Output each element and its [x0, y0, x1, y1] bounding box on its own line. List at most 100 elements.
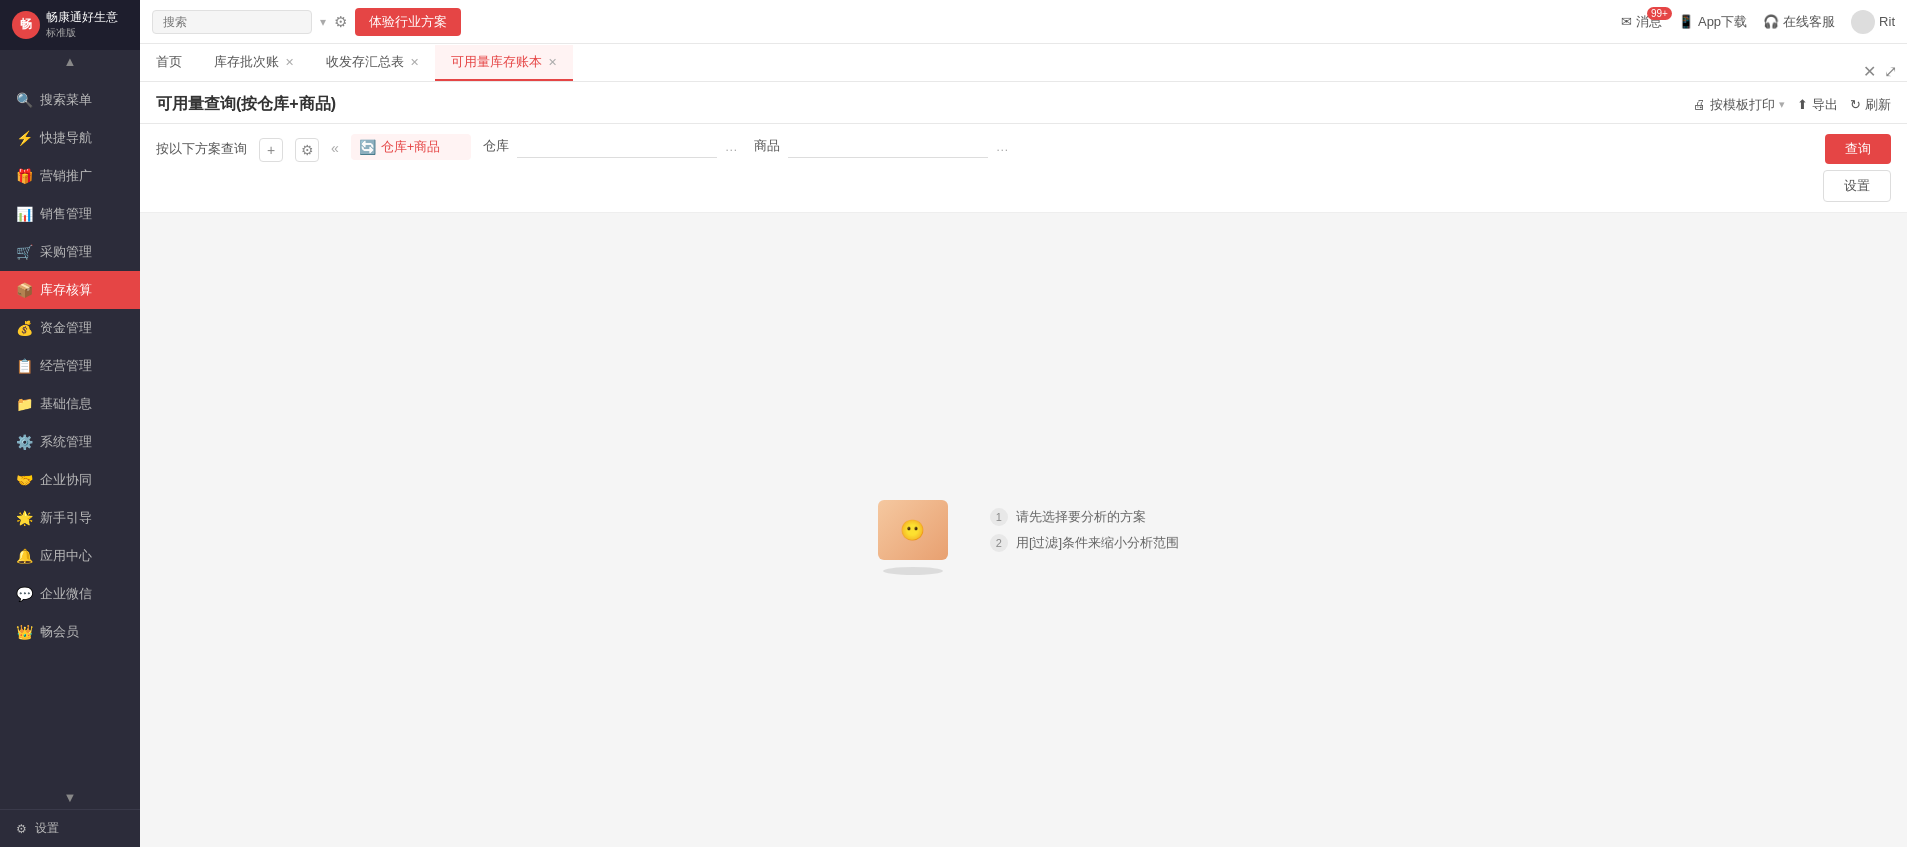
topbar-gear-icon[interactable]: ⚙ — [334, 13, 347, 31]
topbar: ▾ ⚙ 体验行业方案 ✉ 消息 99+ 📱 App下载 🎧 在线客服 Rit — [140, 0, 1907, 44]
refresh-button[interactable]: ↻ 刷新 — [1850, 96, 1891, 114]
sidebar-logo: 畅 — [12, 11, 40, 39]
sidebar-item-label: 企业微信 — [40, 585, 92, 603]
empty-hints: 1 请先选择要分析的方案 2 用[过滤]条件来缩小分析范围 — [990, 508, 1179, 552]
sidebar-item-label: 营销推广 — [40, 167, 92, 185]
export-label: 导出 — [1812, 96, 1838, 114]
print-dropdown-icon[interactable]: ▾ — [1779, 98, 1785, 111]
sidebar-item-enterprise[interactable]: 🤝 企业协同 — [0, 461, 140, 499]
print-button[interactable]: 🖨 按模板打印 ▾ — [1693, 96, 1785, 114]
filter-scheme-settings-button[interactable]: ⚙ — [295, 138, 319, 162]
tab-collect-close[interactable]: ✕ — [410, 56, 419, 69]
folder-icon: 📁 — [16, 396, 32, 412]
sidebar-item-label: 企业协同 — [40, 471, 92, 489]
tab-collect-label: 收发存汇总表 — [326, 53, 404, 71]
sidebar-scroll-down[interactable]: ▼ — [0, 786, 140, 809]
empty-hint-2: 2 用[过滤]条件来缩小分析范围 — [990, 534, 1179, 552]
online-service-button[interactable]: 🎧 在线客服 — [1763, 13, 1835, 31]
tab-collect[interactable]: 收发存汇总表 ✕ — [310, 45, 435, 81]
print-label: 按模板打印 — [1710, 96, 1775, 114]
printer-icon: 🖨 — [1693, 97, 1706, 112]
scheme-label: 仓库+商品 — [381, 138, 441, 156]
sidebar-item-label: 销售管理 — [40, 205, 92, 223]
sidebar: 畅 畅康通好生意 标准版 ▲ 🔍 搜索菜单 ⚡ 快捷导航 🎁 营销推广 📊 销售… — [0, 0, 140, 847]
filter-schemes: 🔄 仓库+商品 — [351, 134, 471, 160]
wechat-icon: 💬 — [16, 586, 32, 602]
page-title: 可用量查询(按仓库+商品) — [156, 94, 336, 115]
sidebar-item-wechat[interactable]: 💬 企业微信 — [0, 575, 140, 613]
tab-batch-close[interactable]: ✕ — [285, 56, 294, 69]
trial-button[interactable]: 体验行业方案 — [355, 8, 461, 36]
online-service-label: 在线客服 — [1783, 13, 1835, 31]
page-header: 可用量查询(按仓库+商品) 🖨 按模板打印 ▾ ⬆ 导出 ↻ 刷新 — [140, 82, 1907, 124]
export-button[interactable]: ⬆ 导出 — [1797, 96, 1838, 114]
user-menu[interactable]: Rit — [1851, 10, 1895, 34]
warehouse-more-icon[interactable]: … — [725, 139, 738, 154]
query-button[interactable]: 查询 — [1825, 134, 1891, 164]
sidebar-item-label: 系统管理 — [40, 433, 92, 451]
sidebar-subtitle: 标准版 — [46, 26, 118, 40]
tab-home[interactable]: 首页 — [140, 45, 198, 81]
sidebar-item-guide[interactable]: 🌟 新手引导 — [0, 499, 140, 537]
star-icon: 🌟 — [16, 510, 32, 526]
hint-num-1: 1 — [990, 508, 1008, 526]
tabbar-close-icon[interactable]: ✕ — [1863, 62, 1876, 81]
sidebar-settings[interactable]: ⚙ 设置 — [0, 809, 140, 847]
filter-scheme-warehouse-product[interactable]: 🔄 仓库+商品 — [351, 134, 471, 160]
product-more-icon[interactable]: … — [996, 139, 1009, 154]
filter-fields: 仓库 … 商品 … — [483, 134, 1811, 158]
phone-icon: 📱 — [1678, 14, 1694, 29]
shortcut-icon: ⚡ — [16, 130, 32, 146]
sidebar-item-purchase[interactable]: 🛒 采购管理 — [0, 233, 140, 271]
message-button[interactable]: ✉ 消息 99+ — [1621, 13, 1662, 31]
sidebar-item-operations[interactable]: 📋 经营管理 — [0, 347, 140, 385]
warehouse-input[interactable] — [517, 134, 717, 158]
crown-icon: 👑 — [16, 624, 32, 640]
column-settings-button[interactable]: 设置 — [1823, 170, 1891, 202]
sidebar-title: 畅康通好生意 — [46, 10, 118, 26]
app-download-button[interactable]: 📱 App下载 — [1678, 13, 1747, 31]
filter-area-label: 按以下方案查询 — [156, 134, 247, 158]
sidebar-item-label: 快捷导航 — [40, 129, 92, 147]
tabbar-actions: ✕ ⤢ — [1863, 62, 1907, 81]
sidebar-item-apps[interactable]: 🔔 应用中心 — [0, 537, 140, 575]
refresh-icon: ↻ — [1850, 97, 1861, 112]
hint-text-2: 用[过滤]条件来缩小分析范围 — [1016, 534, 1179, 552]
user-name: Rit — [1879, 14, 1895, 29]
empty-state: 😶 1 请先选择要分析的方案 2 用[过滤]条件来缩小分析范围 — [868, 485, 1179, 575]
sidebar-item-finance[interactable]: 💰 资金管理 — [0, 309, 140, 347]
sidebar-footer-label: 设置 — [35, 820, 59, 837]
tab-available[interactable]: 可用量库存账本 ✕ — [435, 45, 573, 81]
tab-available-label: 可用量库存账本 — [451, 53, 542, 71]
filter-collapse-icon[interactable]: « — [331, 140, 339, 156]
hint-num-2: 2 — [990, 534, 1008, 552]
gift-icon: 🎁 — [16, 168, 32, 184]
empty-face-icon: 😶 — [900, 518, 925, 542]
product-field-group: 商品 … — [754, 134, 1009, 158]
empty-illustration: 😶 — [868, 485, 958, 575]
sidebar-item-label: 经营管理 — [40, 357, 92, 375]
sidebar-item-label: 畅会员 — [40, 623, 79, 641]
tabbar-expand-icon[interactable]: ⤢ — [1884, 62, 1897, 81]
sidebar-item-shortcut[interactable]: ⚡ 快捷导航 — [0, 119, 140, 157]
sidebar-item-marketing[interactable]: 🎁 营销推广 — [0, 157, 140, 195]
hint-text-1: 请先选择要分析的方案 — [1016, 508, 1146, 526]
product-input[interactable] — [788, 134, 988, 158]
topbar-actions: ✉ 消息 99+ 📱 App下载 🎧 在线客服 Rit — [1621, 10, 1895, 34]
filter-add-button[interactable]: + — [259, 138, 283, 162]
sidebar-item-search[interactable]: 🔍 搜索菜单 — [0, 81, 140, 119]
sidebar-item-member[interactable]: 👑 畅会员 — [0, 613, 140, 651]
sidebar-item-label: 基础信息 — [40, 395, 92, 413]
sidebar-item-label: 资金管理 — [40, 319, 92, 337]
topbar-search-input[interactable] — [152, 10, 312, 34]
sidebar-item-inventory[interactable]: 📦 库存核算 — [0, 271, 140, 309]
sidebar-item-basic[interactable]: 📁 基础信息 — [0, 385, 140, 423]
tab-available-close[interactable]: ✕ — [548, 56, 557, 69]
sidebar-item-sales[interactable]: 📊 销售管理 — [0, 195, 140, 233]
tab-batch[interactable]: 库存批次账 ✕ — [198, 45, 310, 81]
sidebar-scroll-up[interactable]: ▲ — [0, 50, 140, 73]
sidebar-item-label: 搜索菜单 — [40, 91, 92, 109]
sidebar-item-system[interactable]: ⚙️ 系统管理 — [0, 423, 140, 461]
app-download-label: App下载 — [1698, 13, 1747, 31]
search-dropdown-icon[interactable]: ▾ — [320, 15, 326, 29]
